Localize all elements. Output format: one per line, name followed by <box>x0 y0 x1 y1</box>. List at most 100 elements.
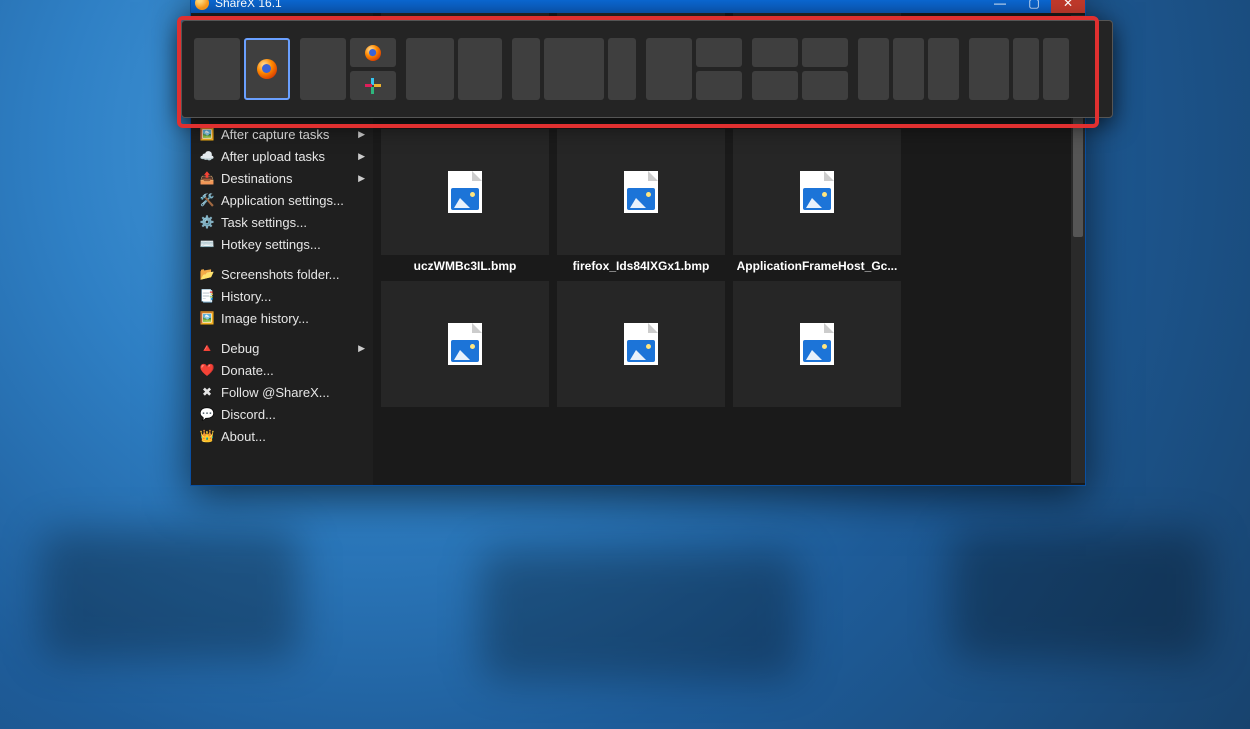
snap-slot[interactable] <box>696 38 742 67</box>
app-icon <box>195 0 209 10</box>
menu-after-capture-tasks[interactable]: 🖼️ After capture tasks ▶ <box>191 123 373 145</box>
menu-label: Debug <box>221 341 259 356</box>
snap-group-2x2 <box>752 38 848 100</box>
thumbnail[interactable] <box>381 281 549 407</box>
snap-group-left-tall-right-stack <box>646 38 742 100</box>
snap-slot[interactable] <box>608 38 636 100</box>
snap-slot[interactable] <box>696 71 742 100</box>
snap-group-3-mid-wide <box>512 38 636 100</box>
menu-label: Application settings... <box>221 193 344 208</box>
titlebar[interactable]: ShareX 16.1 — ▢ ✕ <box>191 0 1085 13</box>
tools-icon: 🛠️ <box>199 193 215 207</box>
snap-slot[interactable] <box>544 38 604 100</box>
menu-label: Follow @ShareX... <box>221 385 330 400</box>
list-icon: 📑 <box>199 289 215 303</box>
submenu-arrow-icon: ▶ <box>358 129 365 140</box>
snap-slot[interactable] <box>802 38 848 67</box>
thumbnail[interactable] <box>557 281 725 407</box>
grid-item <box>733 281 901 407</box>
bmp-file-icon <box>800 171 834 213</box>
menu-discord[interactable]: 💬 Discord... <box>191 403 373 425</box>
chat-icon: 💬 <box>199 407 215 421</box>
menu-screenshots-folder[interactable]: 📂Screenshots folder... <box>191 263 373 285</box>
crown-icon: 👑 <box>199 429 215 443</box>
image-icon: 🖼️ <box>199 311 215 325</box>
menu-label: Donate... <box>221 363 274 378</box>
thumbnail[interactable] <box>557 129 725 255</box>
bmp-file-icon <box>448 171 482 213</box>
snap-slot[interactable] <box>752 38 798 67</box>
snap-slot[interactable] <box>752 71 798 100</box>
window-title: ShareX 16.1 <box>215 0 282 10</box>
cone-icon: 🔺 <box>199 341 215 355</box>
snap-slot[interactable] <box>244 38 290 100</box>
submenu-arrow-icon: ▶ <box>358 173 365 184</box>
close-button[interactable]: ✕ <box>1051 0 1085 13</box>
snap-slot[interactable] <box>928 38 959 100</box>
menu-task-settings[interactable]: ⚙️ Task settings... <box>191 211 373 233</box>
menu-label: Task settings... <box>221 215 307 230</box>
grid-item: uczWMBc3IL.bmp <box>381 129 549 273</box>
slack-icon <box>365 78 381 94</box>
snap-slot[interactable] <box>1043 38 1069 100</box>
snap-slot[interactable] <box>350 71 396 100</box>
menu-about[interactable]: 👑About... <box>191 425 373 447</box>
snap-group-left-big <box>300 38 396 100</box>
menu-label: Destinations <box>221 171 293 186</box>
snap-slot[interactable] <box>300 38 346 100</box>
thumbnail[interactable] <box>733 281 901 407</box>
grid-item <box>381 281 549 407</box>
cloud-icon: ☁️ <box>199 149 215 163</box>
filename: ApplicationFrameHost_Gc... <box>737 259 898 273</box>
menu-after-upload-tasks[interactable]: ☁️After upload tasks▶ <box>191 145 373 167</box>
x-icon: ✖ <box>199 385 215 399</box>
firefox-icon <box>365 45 381 61</box>
window-controls: — ▢ ✕ <box>983 0 1085 13</box>
menu-label: Image history... <box>221 311 309 326</box>
snap-slot[interactable] <box>512 38 540 100</box>
menu-label: History... <box>221 289 271 304</box>
desktop-blur-shape <box>950 530 1210 660</box>
menu-application-settings[interactable]: 🛠️ Application settings... <box>191 189 373 211</box>
menu-label: Discord... <box>221 407 276 422</box>
bmp-file-icon <box>624 323 658 365</box>
snap-slot[interactable] <box>646 38 692 100</box>
snap-slot[interactable] <box>458 38 502 100</box>
bmp-file-icon <box>624 171 658 213</box>
thumbnail[interactable] <box>733 129 901 255</box>
filename: uczWMBc3IL.bmp <box>414 259 517 273</box>
screen-icon: 🖼️ <box>199 127 215 141</box>
snap-slot[interactable] <box>194 38 240 100</box>
menu-debug[interactable]: 🔺 Debug ▶ <box>191 337 373 359</box>
grid-item: firefox_Ids84IXGx1.bmp <box>557 129 725 273</box>
snap-slot[interactable] <box>406 38 454 100</box>
menu-hotkey-settings[interactable]: ⌨️Hotkey settings... <box>191 233 373 255</box>
submenu-arrow-icon: ▶ <box>358 151 365 162</box>
desktop-blur-shape <box>480 550 800 680</box>
menu-label: Screenshots folder... <box>221 267 340 282</box>
menu-label: After capture tasks <box>221 127 329 142</box>
grid-item <box>557 281 725 407</box>
snap-group-3-mid-narrow <box>969 38 1069 100</box>
filename: firefox_Ids84IXGx1.bmp <box>573 259 710 273</box>
outbox-icon: 📤 <box>199 171 215 185</box>
submenu-arrow-icon: ▶ <box>358 343 365 354</box>
menu-image-history[interactable]: 🖼️ Image history... <box>191 307 373 329</box>
snap-slot[interactable] <box>350 38 396 67</box>
gear-icon: ⚙️ <box>199 215 215 229</box>
menu-destinations[interactable]: 📤 Destinations ▶ <box>191 167 373 189</box>
snap-slot[interactable] <box>969 38 1009 100</box>
menu-history[interactable]: 📑 History... <box>191 285 373 307</box>
thumbnail[interactable] <box>381 129 549 255</box>
maximize-button[interactable]: ▢ <box>1017 0 1051 13</box>
keyboard-icon: ⌨️ <box>199 237 215 251</box>
snap-slot[interactable] <box>858 38 889 100</box>
snap-slot[interactable] <box>802 71 848 100</box>
menu-separator <box>191 255 373 263</box>
menu-donate[interactable]: ❤️Donate... <box>191 359 373 381</box>
minimize-button[interactable]: — <box>983 0 1017 13</box>
menu-follow[interactable]: ✖ Follow @ShareX... <box>191 381 373 403</box>
firefox-icon <box>257 59 277 79</box>
snap-slot[interactable] <box>893 38 924 100</box>
snap-slot[interactable] <box>1013 38 1039 100</box>
